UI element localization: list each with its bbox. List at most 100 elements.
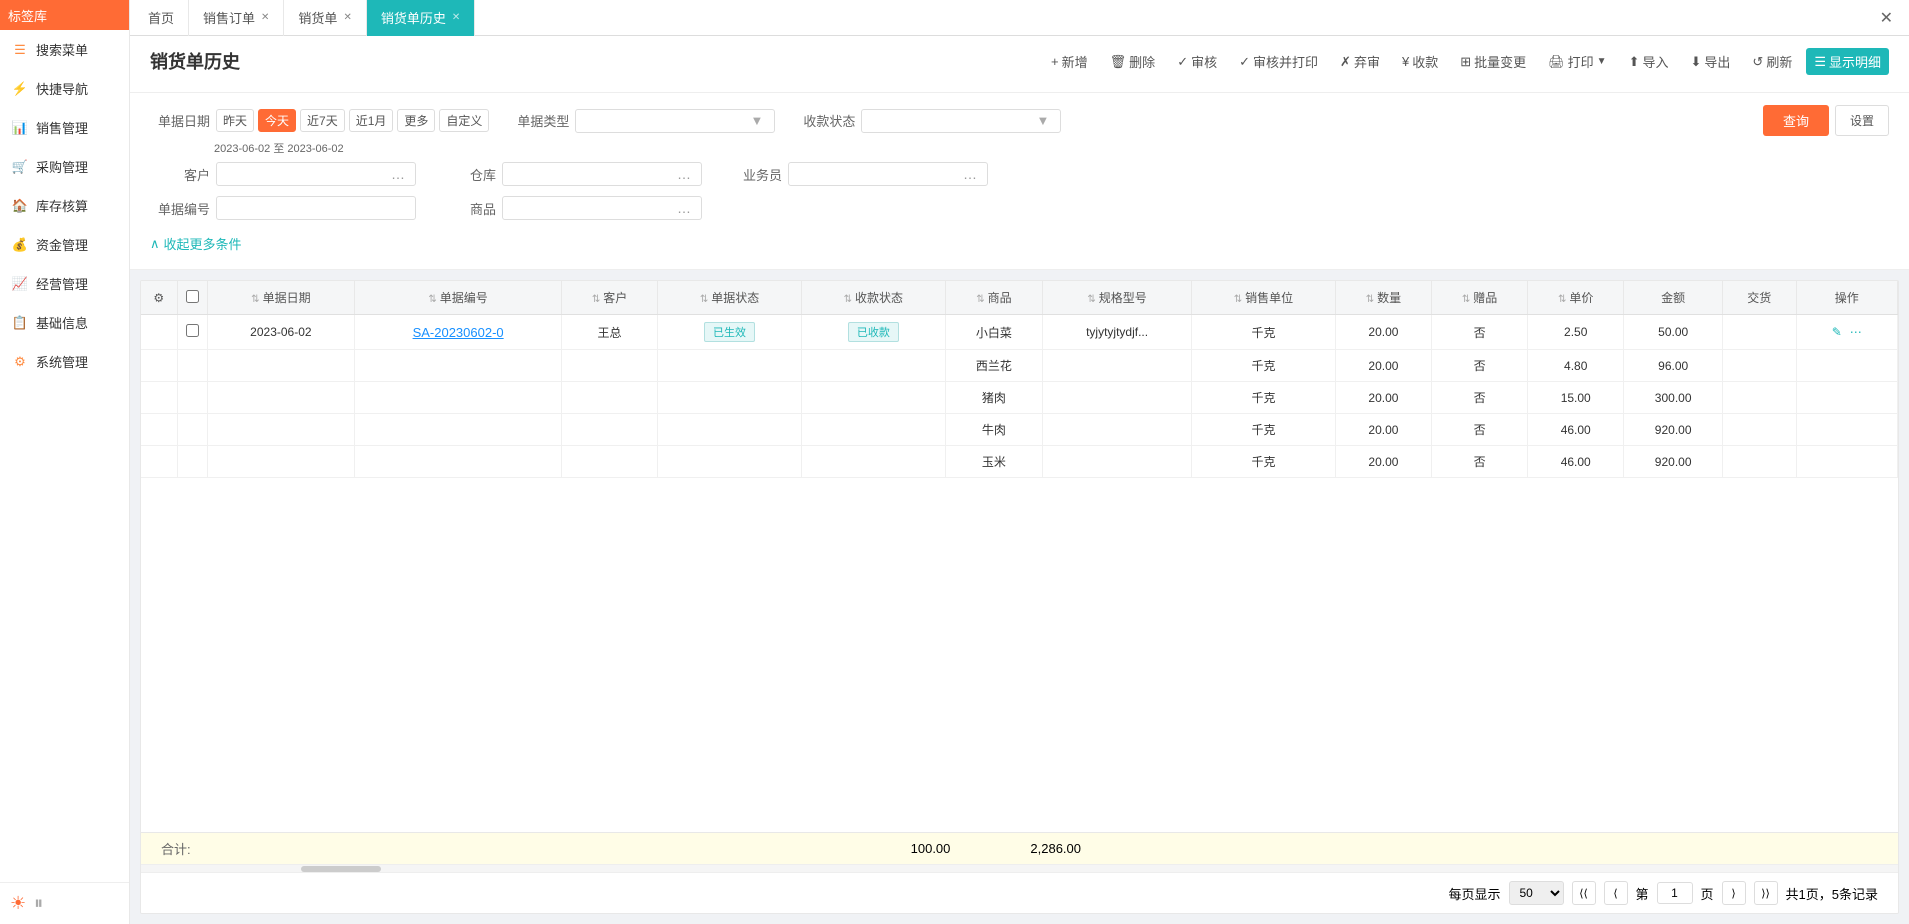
customer-input[interactable] (217, 163, 387, 185)
show-detail-button[interactable]: ☰ 显示明细 (1806, 48, 1889, 75)
tab-sales-delivery[interactable]: 销货单 ✕ (284, 0, 366, 36)
footer-total-quantity: 100.00 (911, 841, 951, 856)
doc-number-input[interactable] (216, 196, 416, 220)
scrollbar-area[interactable] (141, 864, 1898, 872)
batch-change-button[interactable]: ⊞ 批量变更 (1452, 48, 1534, 75)
tab-sales-delivery-close[interactable]: ✕ (343, 12, 351, 23)
page-size-select[interactable]: 50 100 200 (1509, 881, 1564, 905)
td-quantity: 20.00 (1335, 414, 1431, 446)
sidebar-btn-1[interactable]: ☀ (10, 893, 26, 914)
td-payment-status (801, 446, 945, 478)
td-doc-date (207, 350, 355, 382)
payment-status-dropdown-icon[interactable]: ▼ (1032, 113, 1053, 128)
sidebar-item-label: 系统管理 (36, 352, 88, 371)
th-goods[interactable]: 商品 (945, 281, 1042, 315)
th-doc-status[interactable]: 单据状态 (658, 281, 802, 315)
th-doc-date[interactable]: 单据日期 (207, 281, 355, 315)
date-btn-7days[interactable]: 近7天 (300, 109, 345, 132)
audit-button[interactable]: ✓ 审核 (1169, 48, 1225, 75)
td-trade (1723, 446, 1797, 478)
sidebar-item-base-info[interactable]: 📋 基础信息 (0, 303, 129, 342)
page-prev-btn[interactable]: ⟨ (1604, 881, 1628, 905)
th-doc-number[interactable]: 单据编号 (355, 281, 562, 315)
tab-sales-history-close[interactable]: ✕ (452, 12, 460, 23)
export-button[interactable]: ⬇ 导出 (1682, 48, 1738, 75)
th-unit-price[interactable]: 单价 (1528, 281, 1624, 315)
salesperson-input[interactable] (789, 163, 959, 185)
print-button[interactable]: 🖨 打印 ▼ (1540, 48, 1614, 75)
th-customer[interactable]: 客户 (561, 281, 657, 315)
edit-action-btn[interactable]: ✎ (1828, 323, 1846, 341)
th-spec-type[interactable]: 规格型号 (1043, 281, 1192, 315)
td-doc-status (658, 382, 802, 414)
tab-sales-order[interactable]: 销售订单 ✕ (189, 0, 284, 36)
tab-home[interactable]: 首页 (134, 0, 189, 36)
select-all-checkbox[interactable] (186, 290, 199, 303)
base-info-icon: 📋 (12, 315, 28, 331)
doc-type-dropdown-icon[interactable]: ▼ (746, 113, 767, 128)
date-btn-custom[interactable]: 自定义 (439, 109, 489, 132)
payment-status-filter-item: 收款状态 ▼ (795, 109, 1061, 133)
td-checkbox (177, 414, 207, 446)
query-button[interactable]: 查询 (1763, 105, 1829, 136)
warehouse-ellipsis-btn[interactable]: … (673, 166, 695, 182)
refresh-button[interactable]: ↺ 刷新 (1744, 48, 1800, 75)
collect-icon: ¥ (1402, 54, 1409, 69)
sales-icon: 📊 (12, 120, 28, 136)
audit-print-button[interactable]: ✓ 审核并打印 (1231, 48, 1326, 75)
sidebar-item-label: 经营管理 (36, 274, 88, 293)
abandon-button[interactable]: ✗ 弃审 (1332, 48, 1388, 75)
tab-bar-close[interactable]: ✕ (1868, 8, 1905, 28)
customer-ellipsis-btn[interactable]: … (387, 166, 409, 182)
customer-label: 客户 (150, 165, 210, 184)
delete-button[interactable]: 🗑 删除 (1102, 48, 1164, 75)
page-number-input[interactable] (1657, 882, 1693, 904)
tab-sales-history[interactable]: 销货单历史 ✕ (367, 0, 475, 36)
collect-button[interactable]: ¥ 收款 (1394, 48, 1446, 75)
more-action-btn[interactable]: ⋯ (1846, 323, 1866, 341)
date-btn-1month[interactable]: 近1月 (349, 109, 394, 132)
sidebar-item-sales-mgmt[interactable]: 📊 销售管理 (0, 108, 129, 147)
sidebar-item-purchase-mgmt[interactable]: 🛒 采购管理 (0, 147, 129, 186)
warehouse-input[interactable] (503, 163, 673, 185)
tab-sales-order-close[interactable]: ✕ (261, 12, 269, 23)
sidebar-item-fund-mgmt[interactable]: 💰 资金管理 (0, 225, 129, 264)
td-actions (1796, 350, 1897, 382)
th-settings[interactable]: ⚙ (141, 281, 177, 315)
setting-button[interactable]: 设置 (1835, 105, 1889, 136)
page-next-btn[interactable]: ⟩ (1722, 881, 1746, 905)
td-doc-number (355, 382, 562, 414)
goods-input[interactable] (503, 197, 673, 219)
sidebar-item-sys-mgmt[interactable]: ⚙ 系统管理 (0, 342, 129, 381)
th-quantity[interactable]: 数量 (1335, 281, 1431, 315)
goods-ellipsis-btn[interactable]: … (673, 200, 695, 216)
sidebar-item-quick-nav[interactable]: ⚡ 快捷导航 (0, 69, 129, 108)
sidebar-item-stock-calc[interactable]: 🏠 库存核算 (0, 186, 129, 225)
salesperson-ellipsis-btn[interactable]: … (959, 166, 981, 182)
doc-type-input[interactable] (576, 110, 746, 132)
th-payment-status[interactable]: 收款状态 (801, 281, 945, 315)
date-btn-yesterday[interactable]: 昨天 (216, 109, 254, 132)
th-gift[interactable]: 赠品 (1432, 281, 1528, 315)
doc-number-link[interactable]: SA-20230602-0 (413, 325, 504, 340)
sidebar-btn-2[interactable]: ⏸ (34, 893, 43, 914)
import-button[interactable]: ⬆ 导入 (1621, 48, 1677, 75)
page-first-btn[interactable]: ⟨⟨ (1572, 881, 1596, 905)
td-spec-type (1043, 414, 1192, 446)
row-checkbox[interactable] (186, 324, 199, 337)
collapse-button[interactable]: ∧ 收起更多条件 (150, 230, 242, 257)
add-button[interactable]: + 新增 (1043, 48, 1096, 75)
query-setting-area: 查询 设置 (1763, 105, 1889, 136)
th-amount: 金额 (1624, 281, 1723, 315)
page-last-btn[interactable]: ⟩⟩ (1754, 881, 1778, 905)
th-sales-unit[interactable]: 销售单位 (1192, 281, 1336, 315)
date-btn-more[interactable]: 更多 (397, 109, 435, 132)
table-row: 玉米 千克 20.00 否 46.00 920.00 (141, 446, 1898, 478)
sidebar-item-search-menu[interactable]: ☰ 搜索菜单 (0, 30, 129, 69)
payment-status-input[interactable] (862, 110, 1032, 132)
ops-icon: 📈 (12, 276, 28, 292)
tab-sales-history-label: 销货单历史 (381, 8, 446, 27)
td-doc-date: 2023-06-02 (207, 315, 355, 350)
sidebar-item-ops-mgmt[interactable]: 📈 经营管理 (0, 264, 129, 303)
date-btn-today[interactable]: 今天 (258, 109, 296, 132)
